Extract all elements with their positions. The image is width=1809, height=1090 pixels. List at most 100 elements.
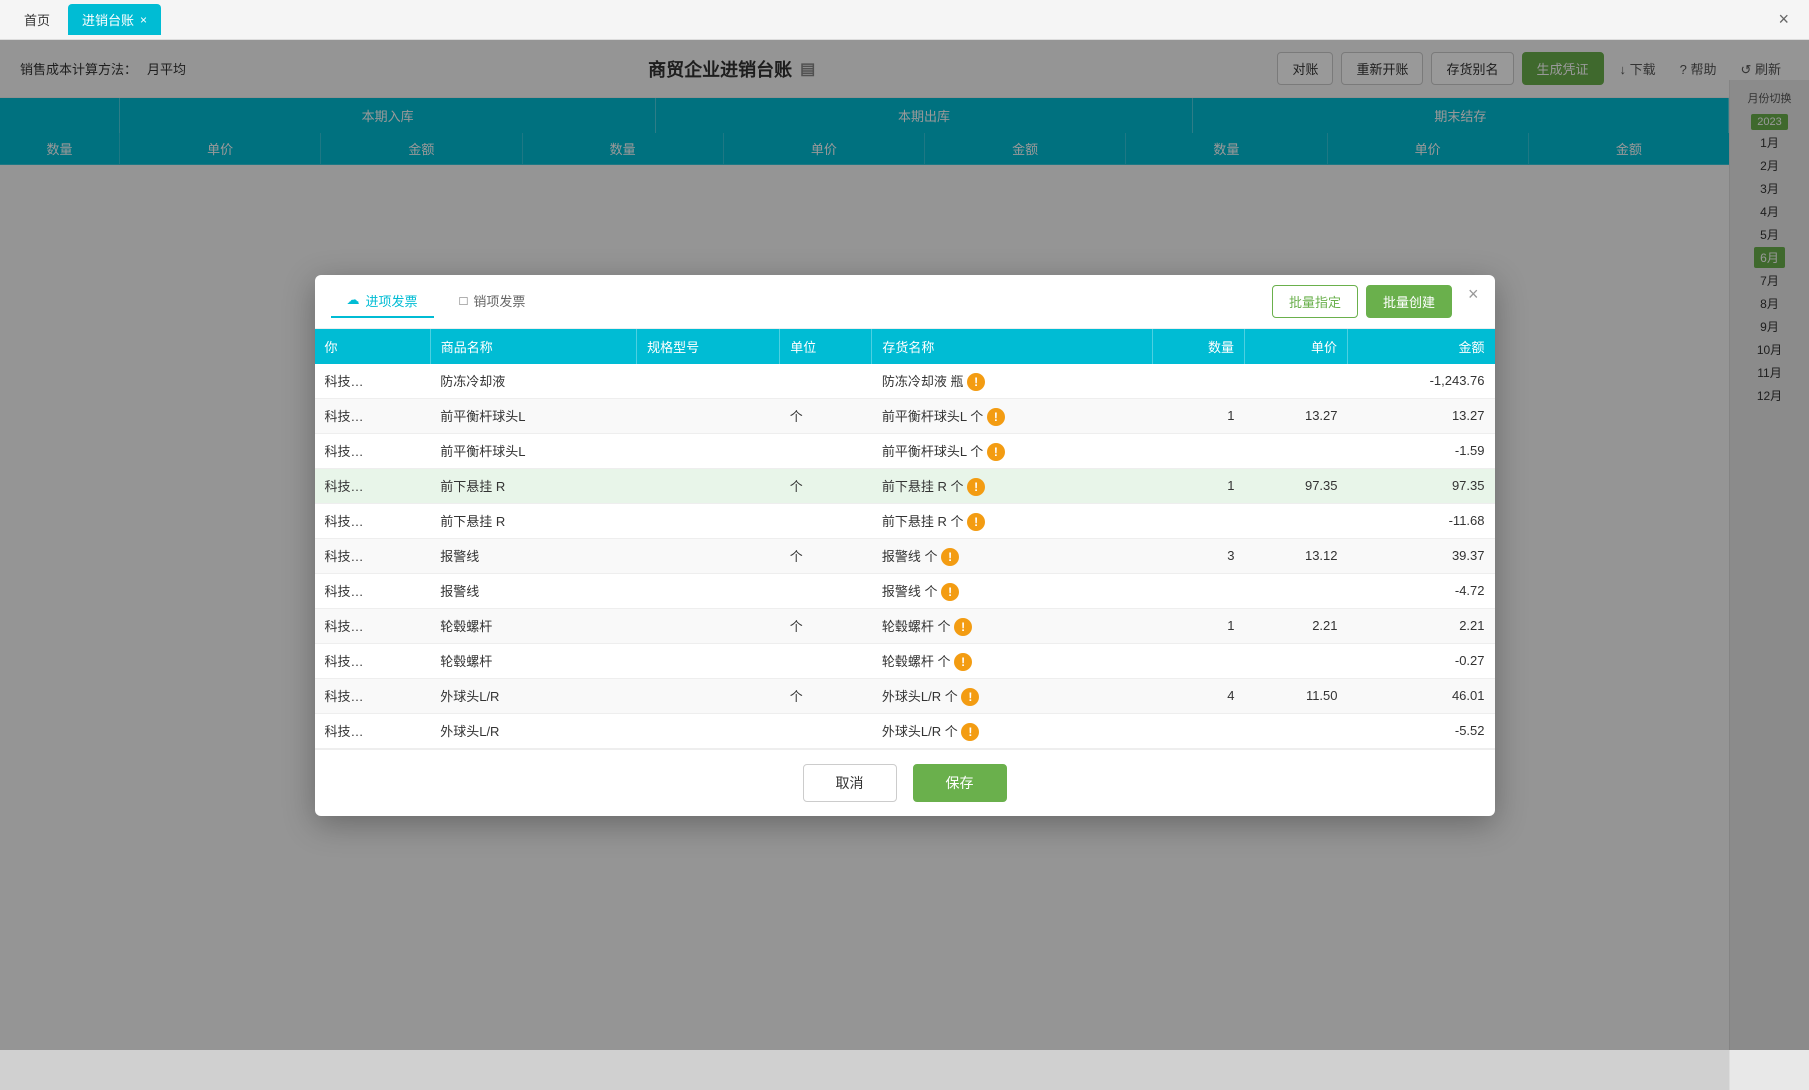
cell-inventory: 外球头L/R 个 !: [872, 678, 1152, 713]
warning-icon: !: [967, 373, 985, 391]
cell-quantity: 3: [1152, 538, 1244, 573]
cell-unit-price: [1244, 364, 1347, 399]
cell-spec: [637, 398, 780, 433]
cell-quantity: [1152, 503, 1244, 538]
cell-amount: -0.27: [1348, 643, 1495, 678]
cell-unit-price: [1244, 433, 1347, 468]
cell-amount: 39.37: [1348, 538, 1495, 573]
dialog-close-icon[interactable]: ×: [1468, 285, 1479, 318]
cell-quantity: [1152, 643, 1244, 678]
col-amount: 金额: [1348, 329, 1495, 364]
warning-icon: !: [987, 408, 1005, 426]
tab-income-invoice[interactable]: ☁ 进项发票: [331, 285, 434, 318]
cell-product: 报警线: [430, 573, 636, 608]
dialog-footer: 取消 保存: [315, 749, 1495, 816]
warning-icon: !: [987, 443, 1005, 461]
cell-product: 轮毂螺杆: [430, 643, 636, 678]
cell-amount: -4.72: [1348, 573, 1495, 608]
invoice-dialog: ☁ 进项发票 □ 销项发票 批量指定 批量创建 ×: [315, 275, 1495, 816]
warning-icon: !: [954, 653, 972, 671]
income-tab-icon: ☁: [347, 292, 360, 308]
batch-create-button[interactable]: 批量创建: [1366, 285, 1452, 318]
income-tab-label: 进项发票: [366, 291, 418, 310]
sales-tab-icon: □: [460, 293, 468, 308]
table-row: 科技… 前下悬挂 R 前下悬挂 R 个 ! -11.68: [315, 503, 1495, 538]
warning-icon: !: [967, 478, 985, 496]
cell-company: 科技…: [315, 573, 431, 608]
cell-product: 前平衡杆球头L: [430, 398, 636, 433]
table-row: 科技… 防冻冷却液 防冻冷却液 瓶 ! -1,243.76: [315, 364, 1495, 399]
table-row: 科技… 外球头L/R 个 外球头L/R 个 ! 4 11.50 46.01: [315, 678, 1495, 713]
cell-company: 科技…: [315, 433, 431, 468]
modal-overlay: ☁ 进项发票 □ 销项发票 批量指定 批量创建 ×: [0, 40, 1809, 1050]
cell-spec: [637, 678, 780, 713]
cell-spec: [637, 468, 780, 503]
table-row: 科技… 前下悬挂 R 个 前下悬挂 R 个 ! 1 97.35 97.35: [315, 468, 1495, 503]
cell-inventory: 报警线 个 !: [872, 573, 1152, 608]
col-product: 商品名称: [430, 329, 636, 364]
main-area: 销售成本计算方法： 月平均 商贸企业进销台账 ▤ 对账 重新开账 存货别名 生成…: [0, 40, 1809, 1050]
cell-company: 科技…: [315, 468, 431, 503]
cell-quantity: 4: [1152, 678, 1244, 713]
cell-inventory: 报警线 个 !: [872, 538, 1152, 573]
cell-unit: 个: [780, 608, 872, 643]
cell-unit: [780, 573, 872, 608]
cell-spec: [637, 643, 780, 678]
warning-icon: !: [954, 618, 972, 636]
cell-company: 科技…: [315, 713, 431, 748]
invoice-table-body: 科技… 防冻冷却液 防冻冷却液 瓶 ! -1,243.76 科技… 前平衡杆球头…: [315, 364, 1495, 749]
cell-company: 科技…: [315, 608, 431, 643]
window-close-button[interactable]: ×: [1768, 9, 1799, 30]
dialog-header: ☁ 进项发票 □ 销项发票 批量指定 批量创建 ×: [315, 275, 1495, 329]
col-quantity: 数量: [1152, 329, 1244, 364]
cell-unit: [780, 713, 872, 748]
cell-spec: [637, 573, 780, 608]
tab-active[interactable]: 进销台账 ×: [68, 4, 161, 35]
cell-spec: [637, 503, 780, 538]
cell-unit-price: 97.35: [1244, 468, 1347, 503]
cell-product: 轮毂螺杆: [430, 608, 636, 643]
cell-product: 外球头L/R: [430, 678, 636, 713]
cell-amount: -1.59: [1348, 433, 1495, 468]
cell-inventory: 外球头L/R 个 !: [872, 713, 1152, 748]
cell-company: 科技…: [315, 503, 431, 538]
col-unit: 单位: [780, 329, 872, 364]
batch-assign-button[interactable]: 批量指定: [1272, 285, 1358, 318]
invoice-table: 你 商品名称 规格型号 单位 存货名称 数量 单价 金额 科技… 防冻冷却液: [315, 329, 1495, 749]
table-row: 科技… 前平衡杆球头L 前平衡杆球头L 个 ! -1.59: [315, 433, 1495, 468]
tab-sales-invoice[interactable]: □ 销项发票: [444, 285, 542, 318]
warning-icon: !: [961, 723, 979, 741]
tab-home[interactable]: 首页: [10, 4, 64, 35]
cell-company: 科技…: [315, 538, 431, 573]
warning-icon: !: [941, 548, 959, 566]
cell-inventory: 前平衡杆球头L 个 !: [872, 433, 1152, 468]
cell-quantity: [1152, 573, 1244, 608]
cancel-button[interactable]: 取消: [803, 764, 897, 802]
cell-unit-price: 2.21: [1244, 608, 1347, 643]
cell-amount: 2.21: [1348, 608, 1495, 643]
dialog-table-container: 你 商品名称 规格型号 单位 存货名称 数量 单价 金额 科技… 防冻冷却液: [315, 329, 1495, 749]
table-header-row: 你 商品名称 规格型号 单位 存货名称 数量 单价 金额: [315, 329, 1495, 364]
cell-unit: [780, 433, 872, 468]
col-unit-price: 单价: [1244, 329, 1347, 364]
dialog-header-right: 批量指定 批量创建 ×: [1272, 285, 1479, 318]
cell-quantity: 1: [1152, 608, 1244, 643]
cell-spec: [637, 713, 780, 748]
cell-inventory: 轮毂螺杆 个 !: [872, 643, 1152, 678]
cell-inventory: 前下悬挂 R 个 !: [872, 503, 1152, 538]
table-row: 科技… 报警线 个 报警线 个 ! 3 13.12 39.37: [315, 538, 1495, 573]
cell-inventory: 前平衡杆球头L 个 !: [872, 398, 1152, 433]
cell-spec: [637, 538, 780, 573]
cell-unit: 个: [780, 468, 872, 503]
table-row: 科技… 轮毂螺杆 轮毂螺杆 个 ! -0.27: [315, 643, 1495, 678]
cell-unit: 个: [780, 398, 872, 433]
tab-active-label: 进销台账: [82, 10, 134, 29]
tab-close-icon[interactable]: ×: [140, 13, 147, 27]
cell-unit: 个: [780, 678, 872, 713]
cell-quantity: 1: [1152, 468, 1244, 503]
warning-icon: !: [941, 583, 959, 601]
save-button[interactable]: 保存: [913, 764, 1007, 802]
cell-company: 科技…: [315, 678, 431, 713]
cell-amount: 97.35: [1348, 468, 1495, 503]
cell-product: 外球头L/R: [430, 713, 636, 748]
